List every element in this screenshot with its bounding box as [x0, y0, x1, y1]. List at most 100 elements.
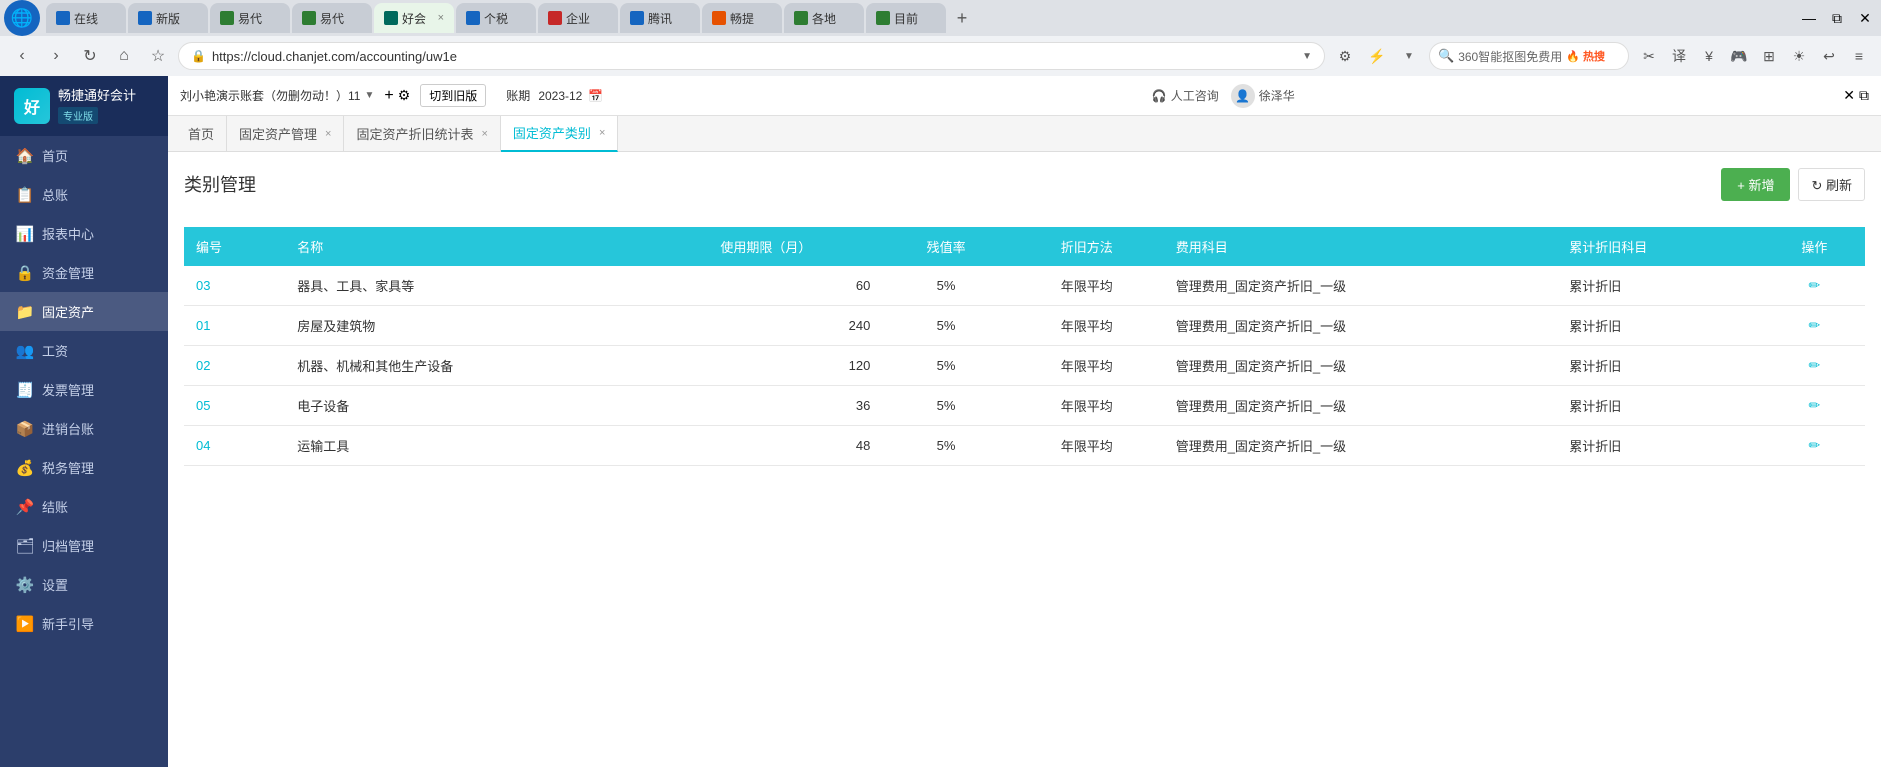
edit-button-2[interactable]: ✏: [1808, 317, 1820, 333]
browser-tab-4[interactable]: 易代: [292, 3, 372, 33]
right-header: 🎧 人工咨询 👤 徐泽华: [1152, 84, 1295, 108]
calendar-icon[interactable]: 📅: [588, 89, 603, 103]
cell-method-5: 年限平均: [1010, 426, 1164, 466]
sidebar-item-settings[interactable]: ⚙️ 设置: [0, 565, 168, 604]
sidebar-item-reports[interactable]: 📊 报表中心: [0, 214, 168, 253]
guide-icon: ▶️: [16, 615, 34, 633]
browser-tab-6[interactable]: 个税: [456, 3, 536, 33]
page-tab-fixed-mgmt[interactable]: 固定资产管理 ×: [227, 116, 344, 152]
cell-accumulated-3: 累计折旧: [1557, 346, 1763, 386]
sidebar-item-invoice[interactable]: 🧾 发票管理: [0, 370, 168, 409]
reload-button[interactable]: ↻: [76, 42, 104, 70]
refresh-button[interactable]: ↻ 刷新: [1798, 168, 1865, 201]
browser-tab-1[interactable]: 在线: [46, 3, 126, 33]
th-action: 操作: [1764, 227, 1865, 266]
browser-tab-8[interactable]: 腾讯: [620, 3, 700, 33]
sidebar-item-close[interactable]: 📌 结账: [0, 487, 168, 526]
cell-name-2: 房屋及建筑物: [285, 306, 649, 346]
tab-close-5[interactable]: ×: [438, 12, 444, 24]
edit-button-3[interactable]: ✏: [1808, 357, 1820, 373]
bookmark-button[interactable]: ☆: [144, 42, 172, 70]
sidebar-label-payroll: 工资: [42, 341, 68, 360]
page-tab-home[interactable]: 首页: [176, 116, 227, 152]
sidebar-item-ledger[interactable]: 📋 总账: [0, 175, 168, 214]
page-tab-depreciation[interactable]: 固定资产折旧统计表 ×: [344, 116, 500, 152]
sidebar-label-invoice: 发票管理: [42, 380, 94, 399]
add-button[interactable]: + 新增: [1721, 168, 1790, 201]
cell-period-5: 48: [650, 426, 883, 466]
window-close[interactable]: ✕: [1853, 6, 1877, 30]
browser-tab-2[interactable]: 新版: [128, 3, 208, 33]
menu-icon[interactable]: ≡: [1845, 42, 1873, 70]
window-minimize[interactable]: ―: [1797, 6, 1821, 30]
user-info: 刘小艳演示账套（勿删勿动！）11 ▼: [180, 87, 374, 104]
page-tab-category[interactable]: 固定资产类别 ×: [501, 116, 618, 152]
sidebar-item-archive[interactable]: 🗂 归档管理: [0, 526, 168, 565]
page-tab-depreciation-close[interactable]: ×: [481, 128, 487, 140]
search-box[interactable]: 🔍 360智能抠图免费用 🔥 热搜: [1429, 42, 1629, 70]
address-text: https://cloud.chanjet.com/accounting/uw1…: [212, 49, 1296, 64]
code-link-1[interactable]: 03: [196, 278, 210, 293]
close-panel-icon[interactable]: ✕: [1843, 87, 1855, 104]
page-tab-category-close[interactable]: ×: [599, 127, 605, 139]
browser-tab-3[interactable]: 易代: [210, 3, 290, 33]
back-button[interactable]: ‹: [8, 42, 36, 70]
forward-button[interactable]: ›: [42, 42, 70, 70]
code-link-3[interactable]: 02: [196, 358, 210, 373]
th-period: 使用期限（月）: [650, 227, 883, 266]
edit-button-5[interactable]: ✏: [1808, 437, 1820, 453]
user-avatar-area[interactable]: 👤 徐泽华: [1231, 84, 1295, 108]
undo-icon[interactable]: ↩: [1815, 42, 1843, 70]
cut-icon[interactable]: ✂: [1635, 42, 1663, 70]
browser-tab-5[interactable]: 好会 ×: [374, 3, 454, 33]
lightning-icon[interactable]: ⚡: [1363, 42, 1391, 70]
sidebar-item-stock[interactable]: 📦 进销台账: [0, 409, 168, 448]
sidebar-item-tax[interactable]: 💰 税务管理: [0, 448, 168, 487]
wallet-icon[interactable]: ¥: [1695, 42, 1723, 70]
sidebar-label-settings: 设置: [42, 575, 68, 594]
expand-panel-icon[interactable]: ⧉: [1859, 87, 1869, 104]
extensions-icon[interactable]: ⚙: [1331, 42, 1359, 70]
browser-tab-7[interactable]: 企业: [538, 3, 618, 33]
code-link-5[interactable]: 04: [196, 438, 210, 453]
sidebar-item-guide[interactable]: ▶️ 新手引导: [0, 604, 168, 643]
cell-action-4: ✏: [1764, 386, 1865, 426]
table-row: 01 房屋及建筑物 240 5% 年限平均 管理费用_固定资产折旧_一级 累计折…: [184, 306, 1865, 346]
sidebar-item-home[interactable]: 🏠 首页: [0, 136, 168, 175]
browser-tab-9[interactable]: 畅提: [702, 3, 782, 33]
translate-icon[interactable]: 译: [1665, 42, 1693, 70]
address-box[interactable]: 🔒 https://cloud.chanjet.com/accounting/u…: [178, 42, 1325, 70]
sidebar-item-fixed[interactable]: 📁 固定资产: [0, 292, 168, 331]
grid-icon[interactable]: ⊞: [1755, 42, 1783, 70]
window-restore[interactable]: ⧉: [1825, 6, 1849, 30]
browser-tab-10[interactable]: 各地: [784, 3, 864, 33]
support-button[interactable]: 🎧 人工咨询: [1152, 87, 1219, 104]
fixed-icon: 📁: [16, 303, 34, 321]
code-link-2[interactable]: 01: [196, 318, 210, 333]
switch-version-button[interactable]: 切到旧版: [420, 84, 486, 107]
cell-name-5: 运输工具: [285, 426, 649, 466]
table-body: 03 器具、工具、家具等 60 5% 年限平均 管理费用_固定资产折旧_一级 累…: [184, 266, 1865, 466]
tab-label-9: 畅提: [730, 10, 754, 27]
game-icon[interactable]: 🎮: [1725, 42, 1753, 70]
sidebar-item-payroll[interactable]: 👥 工资: [0, 331, 168, 370]
new-tab-button[interactable]: +: [948, 4, 976, 32]
browser-tab-11[interactable]: 目前: [866, 3, 946, 33]
page-tab-fixed-mgmt-close[interactable]: ×: [325, 128, 331, 140]
cell-action-2: ✏: [1764, 306, 1865, 346]
home-icon: 🏠: [16, 147, 34, 165]
home-button[interactable]: ⌂: [110, 42, 138, 70]
logo-icon: 好: [14, 88, 50, 124]
content-area: 类别管理 + 新增 ↻ 刷新 编号 名称 使用期限（月） 残值率 折旧方法 费用…: [168, 152, 1881, 767]
code-link-4[interactable]: 05: [196, 398, 210, 413]
add-icon[interactable]: +: [384, 87, 393, 105]
avatar: 👤: [1231, 84, 1255, 108]
sun-icon[interactable]: ☀: [1785, 42, 1813, 70]
edit-button-4[interactable]: ✏: [1808, 397, 1820, 413]
settings-gear-icon[interactable]: ⚙: [398, 87, 411, 104]
logo-text: 畅捷通好会计: [58, 88, 136, 105]
edit-button-1[interactable]: ✏: [1808, 277, 1820, 293]
more-icon[interactable]: ▼: [1395, 42, 1423, 70]
tab-label-10: 各地: [812, 10, 836, 27]
sidebar-item-funds[interactable]: 🔒 资金管理: [0, 253, 168, 292]
